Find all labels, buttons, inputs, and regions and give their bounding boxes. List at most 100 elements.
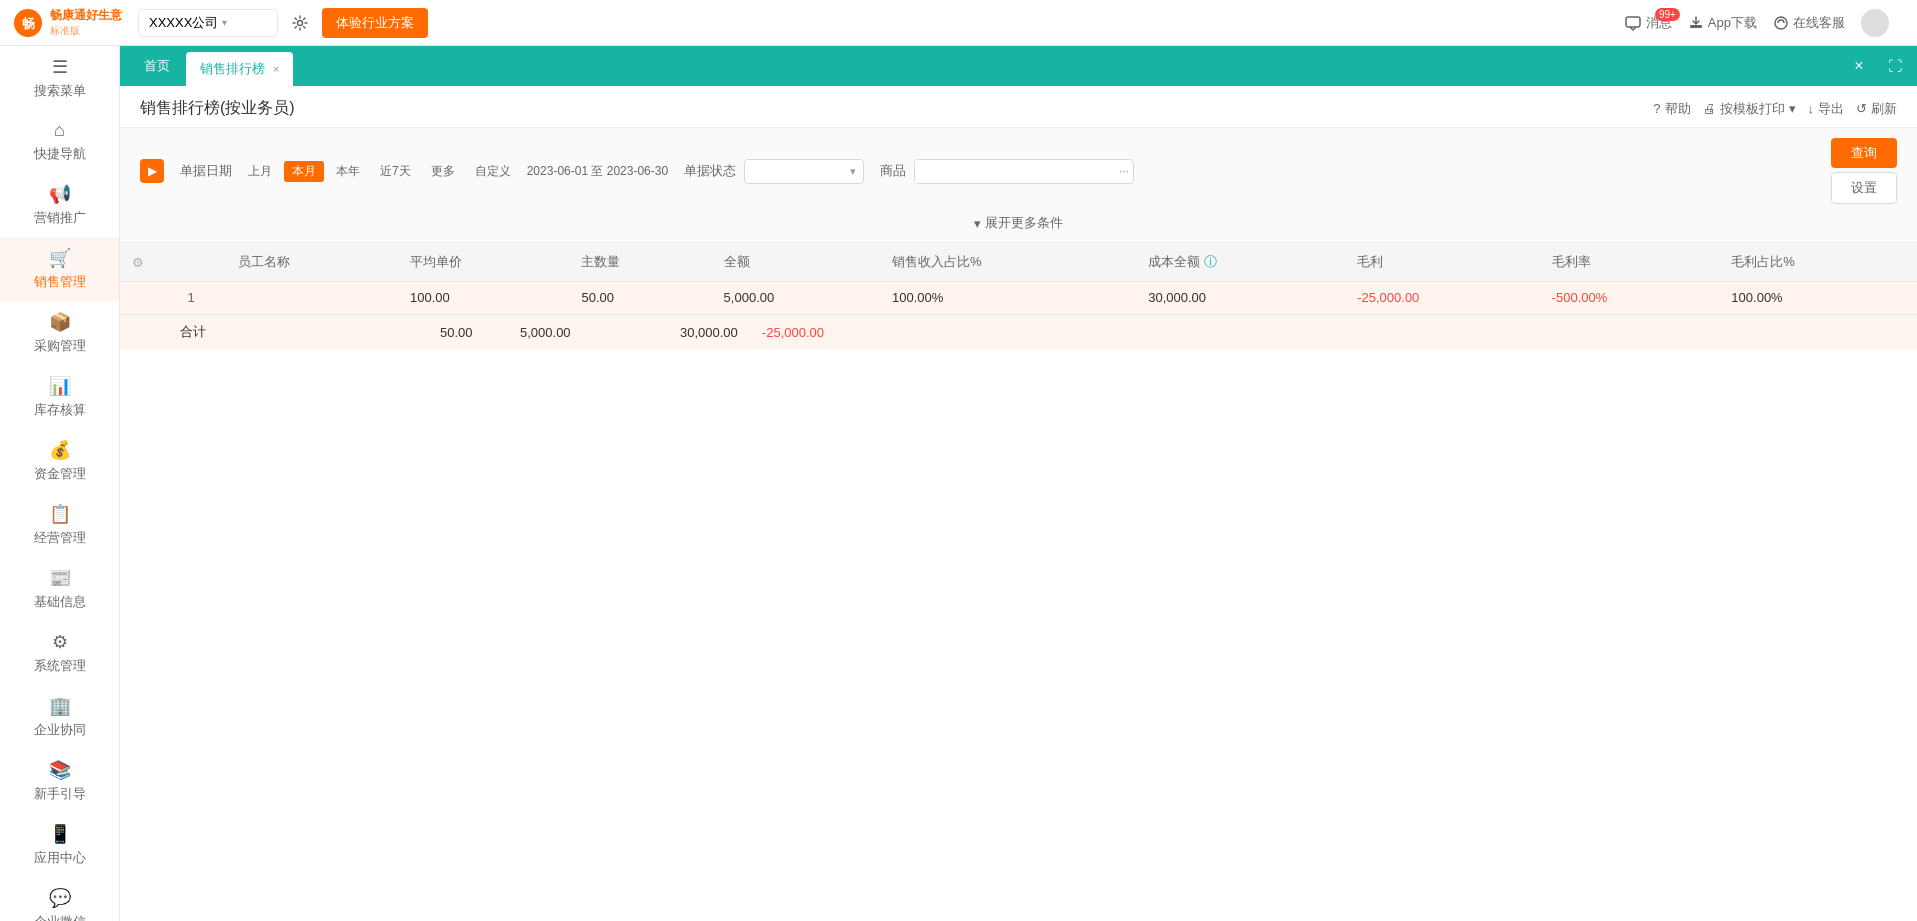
th-gross-profit: 毛利 bbox=[1345, 243, 1539, 282]
sidebar-item-finance[interactable]: 💰 资金管理 bbox=[0, 429, 119, 493]
tab-bar: 首页 销售排行榜 × × ⛶ bbox=[120, 46, 1917, 86]
td-rank: 1 bbox=[156, 282, 226, 314]
table-container: ⚙ 员工名称 平均单价 主数量 全额 销售收入占比% 成本全额 ⓘ bbox=[120, 243, 1917, 314]
td-name bbox=[226, 282, 397, 314]
status-filter: 单据状态 bbox=[684, 159, 864, 184]
top-bar: 畅 畅康通好生意 标准版 XXXXX公司 ▾ 体验行业方案 消息 99+ bbox=[0, 0, 1917, 46]
th-amount: 全额 bbox=[712, 243, 880, 282]
basic-icon: 📰 bbox=[49, 567, 71, 589]
export-btn[interactable]: ↓ 导出 bbox=[1808, 100, 1845, 118]
logo-icon: 畅 bbox=[12, 7, 44, 39]
sidebar-item-basic[interactable]: 📰 基础信息 bbox=[0, 557, 119, 621]
td-sales-pct: 100.00% bbox=[880, 282, 1136, 314]
th-settings: ⚙ bbox=[120, 243, 156, 282]
app-container: 畅 畅康通好生意 标准版 XXXXX公司 ▾ 体验行业方案 消息 99+ bbox=[0, 0, 1917, 921]
tab-close-icon[interactable]: × bbox=[273, 63, 279, 75]
date-tab-lastmonth[interactable]: 上月 bbox=[240, 161, 280, 182]
main-area: ☰ 搜索菜单 ⌂ 快捷导航 📢 营销推广 🛒 销售管理 📦 采购管理 📊 库 bbox=[0, 46, 1917, 921]
refresh-btn[interactable]: ↺ 刷新 bbox=[1856, 100, 1897, 118]
filter-row-1: ▶ 单据日期 上月 本月 本年 近7天 更多 自定义 bbox=[140, 138, 1897, 204]
date-label: 单据日期 bbox=[180, 162, 232, 180]
page-title: 销售排行榜(按业务员) bbox=[140, 98, 295, 119]
sidebar-item-search[interactable]: ☰ 搜索菜单 bbox=[0, 46, 119, 110]
th-gross-pct: 毛利占比% bbox=[1719, 243, 1917, 282]
th-rank bbox=[156, 243, 226, 282]
date-filter: 单据日期 上月 本月 本年 近7天 更多 自定义 2023-06-01 至 20… bbox=[180, 161, 668, 182]
td-gross-rate: -500.00% bbox=[1540, 282, 1720, 314]
goods-filter-input-wrapper: ··· bbox=[914, 159, 1134, 184]
logo-area: 畅 畅康通好生意 标准版 bbox=[12, 7, 130, 39]
th-gross-rate: 毛利率 bbox=[1540, 243, 1720, 282]
expand-conditions-btn[interactable]: ▾ 展开更多条件 bbox=[974, 214, 1063, 232]
svg-text:畅: 畅 bbox=[22, 16, 35, 31]
print-btn[interactable]: 🖨 按模板打印 ▾ bbox=[1703, 100, 1796, 118]
status-select[interactable] bbox=[744, 159, 864, 184]
topbar-settings-btn[interactable] bbox=[286, 9, 314, 37]
date-tab-more[interactable]: 更多 bbox=[423, 161, 463, 182]
th-sales-pct: 销售收入占比% bbox=[880, 243, 1136, 282]
goods-filter: 商品 ··· bbox=[880, 159, 1134, 184]
table-footer: 合计 50.00 5,000.00 30,000.00 -25,000.00 bbox=[120, 314, 1917, 349]
inventory-icon: 📊 bbox=[49, 375, 71, 397]
page-actions: ? 帮助 🖨 按模板打印 ▾ ↓ 导出 ↺ bbox=[1653, 100, 1897, 118]
company-selector[interactable]: XXXXX公司 ▾ bbox=[138, 9, 278, 37]
tab-close-window-btn[interactable]: × bbox=[1845, 52, 1873, 80]
message-btn[interactable]: 消息 99+ bbox=[1624, 14, 1672, 32]
td-avg-price: 100.00 bbox=[398, 282, 569, 314]
tab-home[interactable]: 首页 bbox=[128, 46, 186, 86]
wechat-icon: 💬 bbox=[49, 887, 71, 909]
date-tab-custom[interactable]: 自定义 bbox=[467, 161, 519, 182]
app-download-btn[interactable]: App下载 bbox=[1688, 14, 1757, 32]
sidebar-item-wechat[interactable]: 💬 企业微信 bbox=[0, 877, 119, 921]
sidebar-item-purchase[interactable]: 📦 采购管理 bbox=[0, 301, 119, 365]
top-right-area: 消息 99+ App下载 在线客服 bbox=[1624, 9, 1905, 37]
marketing-icon: 📢 bbox=[49, 183, 71, 205]
expand-row: ▾ 展开更多条件 bbox=[140, 210, 1897, 232]
query-btn[interactable]: 查询 bbox=[1831, 138, 1897, 168]
filter-collapse-btn[interactable]: ▶ bbox=[140, 159, 164, 183]
sidebar-item-inventory[interactable]: 📊 库存核算 bbox=[0, 365, 119, 429]
system-icon: ⚙ bbox=[52, 631, 68, 653]
sidebar-item-guide[interactable]: 📚 新手引导 bbox=[0, 749, 119, 813]
svg-point-5 bbox=[1775, 17, 1787, 29]
svg-rect-3 bbox=[1626, 17, 1640, 27]
sidebar-item-marketing[interactable]: 📢 营销推广 bbox=[0, 173, 119, 237]
export-icon: ↓ bbox=[1808, 101, 1815, 116]
company-name: XXXXX公司 bbox=[149, 14, 218, 32]
cost-amount-info-icon[interactable]: ⓘ bbox=[1204, 254, 1217, 269]
tab-sales-ranking[interactable]: 销售排行榜 × bbox=[186, 52, 293, 86]
sidebar-item-enterprise[interactable]: 🏢 企业协同 bbox=[0, 685, 119, 749]
td-gross-profit: -25,000.00 bbox=[1345, 282, 1539, 314]
status-select-wrapper bbox=[744, 159, 864, 184]
svg-rect-4 bbox=[1690, 25, 1702, 28]
td-gross-pct: 100.00% bbox=[1719, 282, 1917, 314]
expand-icon: ▾ bbox=[974, 216, 981, 231]
online-service-btn[interactable]: 在线客服 bbox=[1773, 14, 1845, 32]
tab-maximize-btn[interactable]: ⛶ bbox=[1881, 52, 1909, 80]
sidebar-item-system[interactable]: ⚙ 系统管理 bbox=[0, 621, 119, 685]
sidebar: ☰ 搜索菜单 ⌂ 快捷导航 📢 营销推广 🛒 销售管理 📦 采购管理 📊 库 bbox=[0, 46, 120, 921]
date-tab-7days[interactable]: 近7天 bbox=[372, 161, 419, 182]
table-header-row: ⚙ 员工名称 平均单价 主数量 全额 销售收入占比% 成本全额 ⓘ bbox=[120, 243, 1917, 282]
filter-area: ▶ 单据日期 上月 本月 本年 近7天 更多 自定义 bbox=[120, 128, 1917, 243]
footer-label: 合计 bbox=[168, 323, 248, 341]
sidebar-item-operation[interactable]: 📋 经营管理 bbox=[0, 493, 119, 557]
setting-btn[interactable]: 设置 bbox=[1831, 172, 1897, 204]
filter-actions: 查询 设置 bbox=[1831, 138, 1897, 204]
sidebar-item-sales[interactable]: 🛒 销售管理 bbox=[0, 237, 119, 301]
trial-btn[interactable]: 体验行业方案 bbox=[322, 8, 428, 38]
footer-amount: 5,000.00 bbox=[508, 325, 588, 340]
date-tab-thisyear[interactable]: 本年 bbox=[328, 161, 368, 182]
print-dropdown-icon: ▾ bbox=[1789, 101, 1796, 116]
help-btn[interactable]: ? 帮助 bbox=[1653, 100, 1690, 118]
column-settings-icon[interactable]: ⚙ bbox=[132, 255, 144, 270]
date-tabs: 上月 本月 本年 近7天 更多 自定义 bbox=[240, 161, 519, 182]
sidebar-item-quicknav[interactable]: ⌂ 快捷导航 bbox=[0, 110, 119, 173]
goods-input[interactable] bbox=[915, 160, 1115, 183]
goods-more-btn[interactable]: ··· bbox=[1115, 164, 1133, 178]
date-tab-thismonth[interactable]: 本月 bbox=[284, 161, 324, 182]
sidebar-item-apps[interactable]: 📱 应用中心 bbox=[0, 813, 119, 877]
td-amount: 5,000.00 bbox=[712, 282, 880, 314]
home-icon: ⌂ bbox=[54, 120, 65, 141]
td-main-qty: 50.00 bbox=[569, 282, 711, 314]
